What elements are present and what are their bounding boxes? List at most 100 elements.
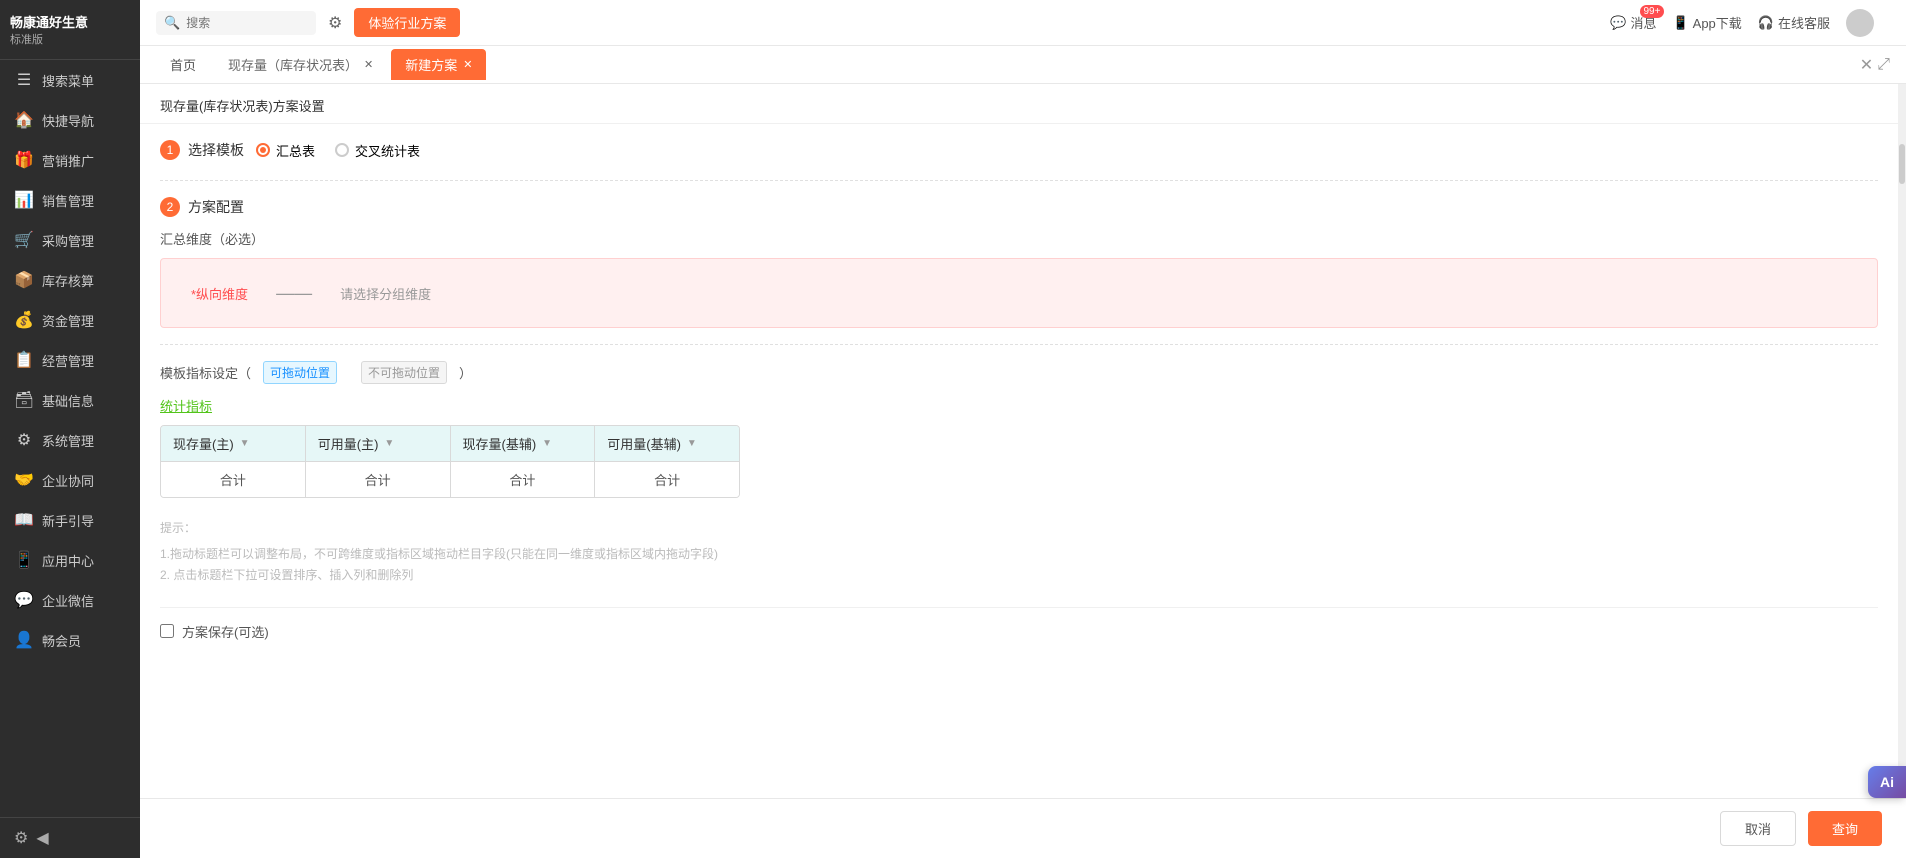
dim-placeholder: 请选择分组维度 (340, 284, 431, 303)
cell-1-2: 合计 (306, 462, 451, 497)
main-panel: 现存量(库存状况表)方案设置 1 选择模板 汇总表 (140, 84, 1898, 858)
tabs-bar: 首页 现存量（库存状况表） ✕ 新建方案 ✕ ✕ ⤢ (140, 46, 1906, 84)
marketing-label: 营销推广 (42, 151, 94, 170)
col4-chevron[interactable]: ▼ (687, 438, 697, 449)
indicator-header: 模板指标设定（ 可拖动位置 不可拖动位置 ） (160, 361, 1878, 384)
close-panel-button[interactable]: ✕ (1860, 55, 1873, 75)
search-box[interactable]: 🔍 (156, 11, 316, 35)
purchase-label: 采购管理 (42, 231, 94, 250)
save-checkbox[interactable] (160, 624, 174, 638)
sidebar-item-sales[interactable]: 📊 销售管理 (0, 180, 140, 220)
enterprise-label: 企业协同 (42, 471, 94, 490)
indicator-settings-suffix: ） (459, 363, 472, 382)
radio-cross-dot (335, 143, 349, 157)
quick-nav-label: 快捷导航 (42, 111, 94, 130)
sidebar-item-member[interactable]: 👤畅会员 (0, 620, 140, 660)
step2-title: 方案配置 (188, 197, 244, 217)
sidebar-item-operations[interactable]: 📋 经营管理 (0, 340, 140, 380)
basic-info-icon: 🗃 (14, 390, 34, 410)
col2-label: 可用量(主) (318, 434, 379, 453)
col4-label: 可用量(基辅) (607, 434, 681, 453)
settings-icon[interactable]: ⚙ (14, 828, 28, 848)
operations-label: 经营管理 (42, 351, 94, 370)
stats-table-header: 现存量(主) ▼ 可用量(主) ▼ 现存量(基辅) ▼ (161, 426, 739, 462)
sidebar-item-wechat[interactable]: 💬企业微信 (0, 580, 140, 620)
radio-cross[interactable]: 交叉统计表 (335, 141, 420, 160)
sales-icon: 📊 (14, 190, 34, 210)
dim-arrow: —— (276, 283, 312, 304)
tip-item-2: 2. 点击标题栏下拉可设置排序、插入列和删除列 (160, 565, 1878, 587)
tab-new-scheme-close-icon[interactable]: ✕ (463, 58, 472, 71)
step1-title: 选择模板 (188, 140, 244, 160)
operations-icon: 📋 (14, 350, 34, 370)
purchase-icon: 🛒 (14, 230, 34, 250)
step2-header: 2 方案配置 (160, 197, 1878, 217)
dimension-label: 汇总维度（必选） (160, 229, 1878, 248)
query-button[interactable]: 查询 (1808, 811, 1882, 846)
industry-solution-button[interactable]: 体验行业方案 (354, 8, 460, 37)
app-center-label: 应用中心 (42, 551, 94, 570)
tips-title: 提示： (160, 518, 1878, 540)
marketing-icon: 🎁 (14, 150, 34, 170)
cell-1-1: 合计 (161, 462, 306, 497)
sidebar-item-marketing[interactable]: 🎁 营销推广 (0, 140, 140, 180)
app-download-item[interactable]: 📱 App下载 (1672, 13, 1741, 32)
fixed-badge: 不可拖动位置 (361, 361, 447, 384)
guide-label: 新手引导 (42, 511, 94, 530)
col-header-4: 可用量(基辅) ▼ (595, 426, 739, 461)
tab-inventory-status[interactable]: 现存量（库存状况表） ✕ (214, 49, 387, 80)
collapse-icon[interactable]: ◀ (36, 828, 48, 848)
sidebar-item-search-menu[interactable]: ☰搜索菜单 (0, 60, 140, 100)
tab-new-scheme[interactable]: 新建方案 ✕ (391, 49, 486, 80)
ai-fab-button[interactable]: Ai (1868, 766, 1906, 798)
radio-summary-label: 汇总表 (276, 141, 315, 160)
col-header-1: 现存量(主) ▼ (161, 426, 306, 461)
inventory-icon: 📦 (14, 270, 34, 290)
radio-summary[interactable]: 汇总表 (256, 141, 315, 160)
section-divider-2 (160, 344, 1878, 345)
phone-icon: 📱 (1672, 15, 1688, 31)
tips-section: 提示： 1.拖动标题栏可以调整布局，不可跨维度或指标区域拖动栏目字段(只能在同一… (160, 518, 1878, 587)
dimension-box: *纵向维度 —— 请选择分组维度 (160, 258, 1878, 328)
template-radio-group: 汇总表 交叉统计表 (256, 141, 420, 160)
app-download-label: App下载 (1693, 13, 1742, 32)
tab-inventory-close-icon[interactable]: ✕ (364, 58, 373, 71)
sidebar-item-quick-nav[interactable]: 🏠 快捷导航 (0, 100, 140, 140)
step2-section: 2 方案配置 汇总维度（必选） *纵向维度 —— 请选择分组维度 模板指标设定（ (160, 197, 1878, 587)
finance-icon: 💰 (14, 310, 34, 330)
indicator-settings-label: 模板指标设定（ (160, 363, 251, 382)
sidebar-item-inventory[interactable]: 📦库存核算 (0, 260, 140, 300)
col2-chevron[interactable]: ▼ (384, 438, 394, 449)
cancel-button[interactable]: 取消 (1720, 811, 1796, 846)
message-icon: 💬 (1610, 15, 1626, 31)
sales-label: 销售管理 (42, 191, 94, 210)
col-header-2: 可用量(主) ▼ (306, 426, 451, 461)
quick-nav-icon: 🏠 (14, 110, 34, 130)
app-name: 畅康通好生意 (10, 12, 130, 31)
gear-icon[interactable]: ⚙ (328, 13, 342, 33)
side-scrollbar[interactable] (1898, 84, 1906, 858)
search-menu-label: 搜索菜单 (42, 71, 94, 90)
customer-service-item[interactable]: 🎧 在线客服 (1758, 13, 1830, 32)
message-badge-item[interactable]: 💬 消息 99+ (1610, 13, 1656, 32)
tab-home[interactable]: 首页 (156, 49, 210, 80)
cell-1-4: 合计 (595, 462, 739, 497)
sidebar-item-system[interactable]: ⚙系统管理 (0, 420, 140, 460)
system-label: 系统管理 (42, 431, 94, 450)
col3-chevron[interactable]: ▼ (542, 438, 552, 449)
sidebar-item-guide[interactable]: 📖新手引导 (0, 500, 140, 540)
expand-panel-button[interactable]: ⤢ (1877, 56, 1890, 74)
stats-table-row: 合计 合计 合计 合计 (161, 462, 739, 497)
sidebar-item-app-center[interactable]: 📱应用中心 (0, 540, 140, 580)
sidebar-item-purchase[interactable]: 🛒 采购管理 (0, 220, 140, 260)
stats-table: 现存量(主) ▼ 可用量(主) ▼ 现存量(基辅) ▼ (160, 425, 740, 498)
sidebar-item-enterprise[interactable]: 🤝企业协同 (0, 460, 140, 500)
panel-body: 1 选择模板 汇总表 交叉统计表 (140, 124, 1898, 731)
sidebar-item-finance[interactable]: 💰资金管理 (0, 300, 140, 340)
sidebar-item-basic-info[interactable]: 🗃基础信息 (0, 380, 140, 420)
search-input[interactable] (186, 16, 306, 30)
avatar[interactable] (1846, 9, 1874, 37)
col1-chevron[interactable]: ▼ (240, 438, 250, 449)
topbar-right: 💬 消息 99+ 📱 App下载 🎧 在线客服 (1610, 9, 1890, 37)
col3-label: 现存量(基辅) (463, 434, 537, 453)
